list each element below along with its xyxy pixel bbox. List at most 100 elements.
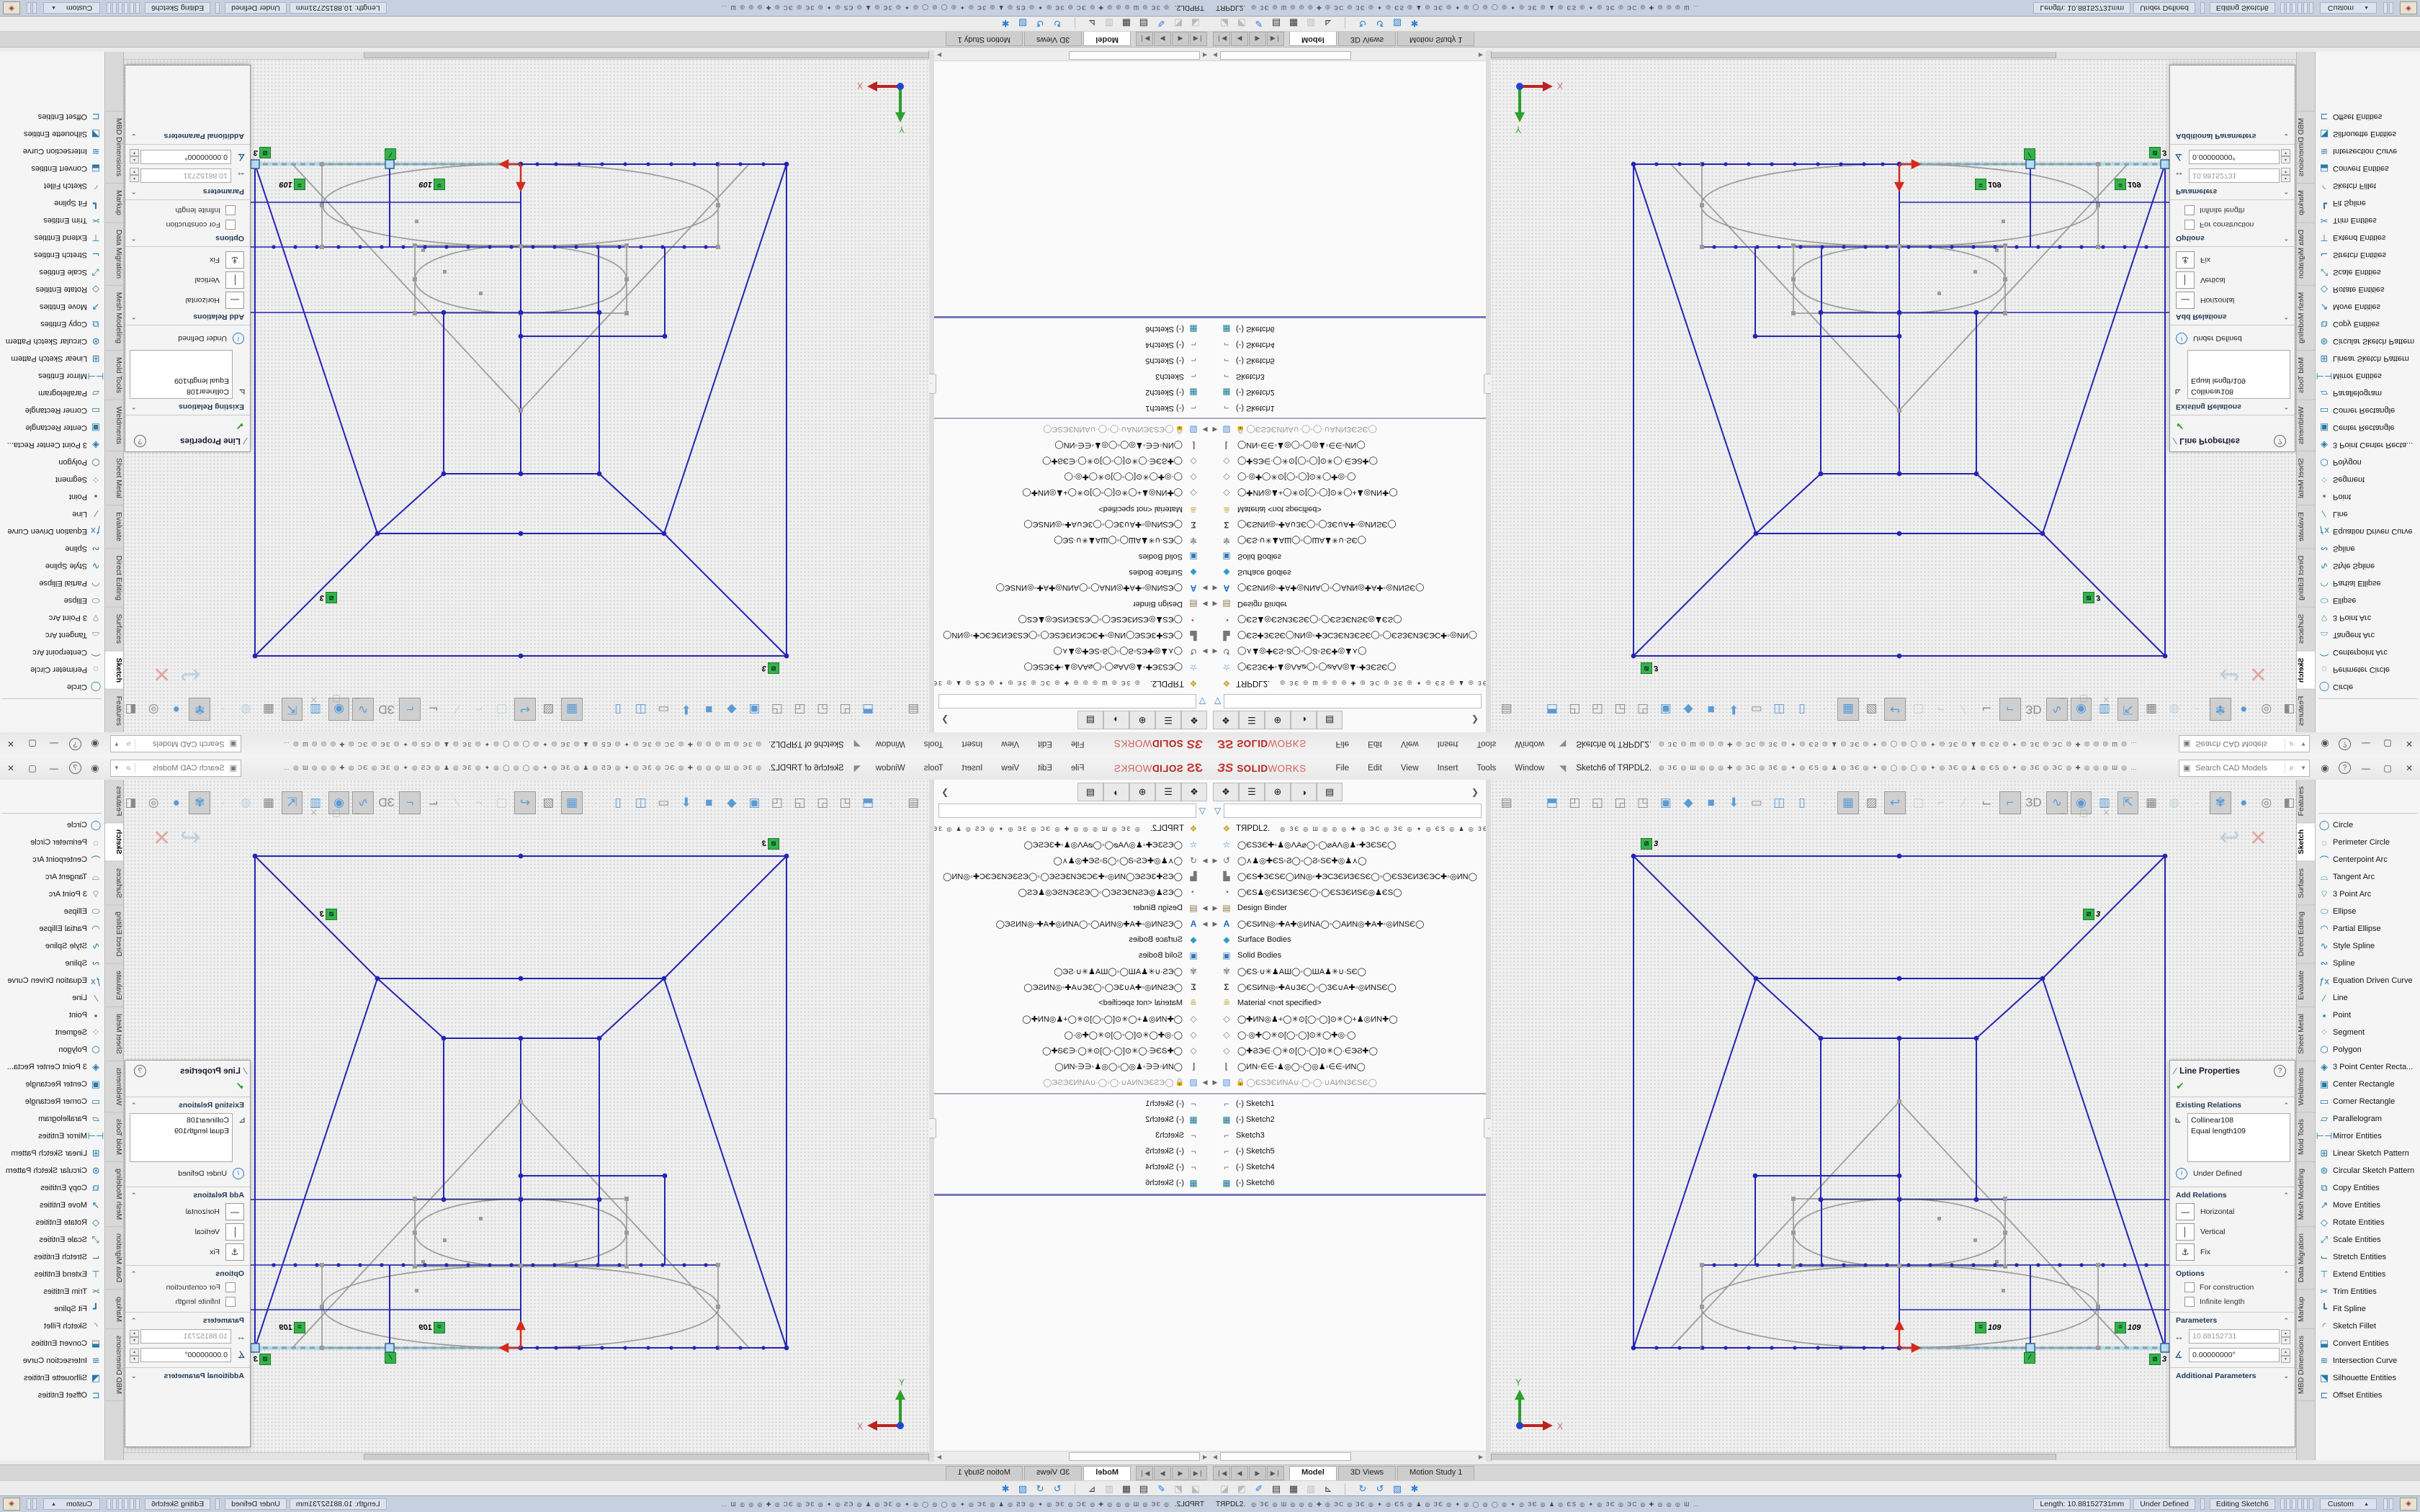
sketch-tool-item[interactable]: ƒx Equation Driven Curve	[2316, 523, 2420, 540]
sketch-tool-item[interactable]: ◠ Partial Ellipse	[2316, 575, 2420, 592]
bottom-toolbar-icon[interactable]: ↺	[1031, 1483, 1049, 1495]
tree-item-sketch[interactable]: ⌐ Sketch3	[934, 1128, 1210, 1143]
tree-filter-input[interactable]	[1224, 694, 1482, 708]
tree-item[interactable]: ▣ Solid Bodies	[1210, 948, 1486, 963]
length-stepper[interactable]: ▲▼	[130, 169, 139, 182]
menu-item[interactable]: View	[992, 764, 1028, 773]
commandmanager-tab[interactable]: Sheet Metal	[104, 1007, 123, 1061]
relation-badge[interactable]: = 109	[279, 179, 305, 190]
expand-icon[interactable]: ▶	[1210, 600, 1220, 608]
sketch-tool-item[interactable]: ◠ Partial Ellipse	[0, 920, 104, 937]
expand-icon[interactable]: ▶	[1200, 426, 1210, 434]
tree-item[interactable]: ▶ ▤ Design Binder	[934, 900, 1210, 916]
tree-item-sketch[interactable]: ▦ (-) Sketch6	[934, 1175, 1210, 1191]
menu-item[interactable]: Edit	[1358, 764, 1392, 773]
tree-root[interactable]: ❖ TЯPDL2. ◎ ЗЄ ◎ Ш ◎ ◎ ◎ ✚ ◎ ЭС ◎ ЗЄ ◎ ✦…	[1210, 821, 1486, 837]
sketch-tool-item[interactable]: ◜ Sketch Fillet	[2316, 177, 2420, 194]
sketch-tool-item[interactable]: ƒx Equation Driven Curve	[0, 523, 104, 540]
relation-badge[interactable]: ⧄ 3	[2083, 909, 2100, 919]
sketch-tool-item[interactable]: ⁘ Segment	[2316, 1024, 2420, 1041]
relation-badge[interactable]: = 109	[2115, 179, 2141, 190]
panel-expand-icon[interactable]: ❯	[1471, 787, 1483, 797]
tree-item[interactable]: ☆ ◯ЄЅЗЄ✚◦♟◎ΛА⌀◯◦◯⌀АΛ◎♟◦✚ЗЄЅЄ◯	[1210, 837, 1486, 852]
search-dropdown-icon[interactable]: ▼	[111, 741, 122, 747]
bottom-toolbar-icon[interactable]: ◪	[1216, 18, 1233, 30]
sketch-tool-item[interactable]: ▣ Center Rectangle	[2316, 419, 2420, 436]
help-icon[interactable]: ?	[2339, 738, 2351, 750]
ok-check-icon[interactable]: ✔	[2170, 418, 2295, 433]
tree-item-sketch[interactable]: ⌐ (-) Sketch4	[934, 1159, 1210, 1175]
tree-item-sketch[interactable]: ⌐ (-) Sketch1	[1210, 1096, 1486, 1112]
tree-item-sketch[interactable]: ▦ (-) Sketch6	[1210, 1175, 1486, 1191]
tree-item[interactable]: ◆ Surface Bodies	[934, 564, 1210, 580]
options-header[interactable]: Options	[2176, 1269, 2205, 1278]
expand-icon[interactable]: ▶	[1210, 857, 1220, 865]
tab-nav-button[interactable]: ◀	[1172, 1466, 1189, 1480]
length-field[interactable]: 10.88152731	[140, 1329, 231, 1344]
bottom-toolbar-icon[interactable]: ↺	[1031, 18, 1049, 30]
tree-item-sketch[interactable]: ⌐ (-) Sketch4	[1210, 1159, 1486, 1175]
relations-list[interactable]: Collinear108Equal length109	[130, 1113, 233, 1162]
sketch-tool-item[interactable]: ◯ Circle	[0, 678, 104, 696]
sketch-tool-item[interactable]: ◌ Perimeter Circle	[0, 661, 104, 678]
tree-root[interactable]: ❖ TЯPDL2. ◎ ЗЄ ◎ Ш ◎ ◎ ◎ ✚ ◎ ЭС ◎ ЗЄ ◎ ✦…	[934, 675, 1210, 691]
expand-icon[interactable]: ▶	[1200, 585, 1210, 593]
sketch-tool-item[interactable]: ↗ Move Entities	[0, 298, 104, 315]
menu-item[interactable]: File	[1327, 740, 1359, 749]
bottom-toolbar-icon[interactable]: ✱	[1406, 1483, 1423, 1495]
commandmanager-tab[interactable]: Sketch	[2297, 650, 2316, 688]
tree-item[interactable]: ◇ ◯✚ϨЭ∈∙◯✳⊙[◯◦◯]⊙✳◯∙∈ЭϨ✚◯	[1210, 454, 1486, 469]
sketch-tool-item[interactable]: ▱ Parallelogram	[2316, 1110, 2420, 1128]
tree-item-sketch[interactable]: ⌐ (-) Sketch4	[934, 337, 1210, 353]
angle-field[interactable]: 0.00000000°	[2189, 1348, 2280, 1362]
commandmanager-tab[interactable]: Features	[2297, 780, 2316, 823]
add-relations-header[interactable]: Add Relations	[2176, 1191, 2227, 1200]
bottom-toolbar-icon[interactable]: ▤	[1135, 18, 1152, 30]
additional-parameters-header[interactable]: Additional Parameters	[164, 1372, 244, 1380]
collapse-icon[interactable]: ⌃	[131, 1317, 137, 1325]
relations-list[interactable]: Collinear108Equal length109	[2187, 1113, 2290, 1162]
tree-item[interactable]: ▶ ▤ Design Binder	[1210, 900, 1486, 916]
bottom-toolbar-icon[interactable]: ▥	[1302, 18, 1319, 30]
scrollbar-thumb[interactable]	[1491, 52, 2056, 58]
tab-nav-button[interactable]: ◀	[1172, 32, 1189, 46]
bottom-toolbar-icon[interactable]: ▦	[1118, 1483, 1135, 1495]
bottom-toolbar-icon[interactable]: ◩	[1170, 18, 1187, 30]
panel-expand-icon[interactable]: ❯	[937, 787, 949, 797]
tree-item-sketch[interactable]: ⌐ (-) Sketch1	[1210, 400, 1486, 416]
relation-badge[interactable]: ⧄ 3	[320, 593, 337, 603]
tree-item[interactable]: ▶ A ◯ЄЅИΝ◎◦✚А✚◎ИΝА◯◦◯АИΝ◎✚А✚◦◎ИΝЅЄ◯	[1210, 916, 1486, 932]
checkbox[interactable]	[2184, 1282, 2195, 1292]
sketch-tool-item[interactable]: ▣ Center Rectangle	[2316, 1076, 2420, 1093]
sketch-tool-item[interactable]: ƒx Equation Driven Curve	[2316, 972, 2420, 989]
document-tab[interactable]: Motion Study 1	[946, 31, 1023, 46]
tree-item[interactable]: ◆ Surface Bodies	[1210, 564, 1486, 580]
panel-help-icon[interactable]: ?	[134, 435, 146, 447]
tree-item-sketch[interactable]: ⌐ Sketch3	[1210, 369, 1486, 384]
tab-nav-button[interactable]: ◀	[1231, 1466, 1248, 1480]
relation-badge[interactable]: = 109	[419, 179, 445, 190]
tree-item[interactable]: ◇ ◯✚ИΝ◎♟+◯✳⊙[◯◦◯]⊙✳◯+♟◎ИΝ✚◯	[1210, 1011, 1486, 1027]
tree-filter-input[interactable]	[938, 804, 1196, 818]
search-dropdown-icon[interactable]: ▼	[2298, 741, 2309, 747]
tree-item[interactable]: ▶ ↺ ◯⋏♟◎✚ЄЅ◦Ϩ◯◦◯Ϩ◦ЅЄ✚◎♟⋏◯	[934, 852, 1210, 868]
panel-splitter[interactable]: ◦	[928, 780, 934, 1462]
graphics-horizontal-scrollbar[interactable]	[1491, 52, 2296, 60]
bottom-toolbar-icon[interactable]: ▤	[1268, 18, 1285, 30]
angle-stepper[interactable]: ▲▼	[2281, 1349, 2290, 1362]
tree-item[interactable]: ≞ Material <not specified>	[1210, 995, 1486, 1011]
bottom-toolbar-icon[interactable]: ↺	[1371, 18, 1389, 30]
sketch-tool-item[interactable]: ◇ Rotate Entities	[2316, 281, 2420, 298]
tree-item[interactable]: ◆ Surface Bodies	[1210, 932, 1486, 948]
bottom-toolbar-icon[interactable]: │	[1066, 1483, 1083, 1494]
sketch-tool-item[interactable]: ┗ Fit Spline	[2316, 194, 2420, 212]
relation-badge[interactable]: ⧄ 3	[762, 838, 779, 849]
sketch-tool-item[interactable]: ⌙ Stretch Entities	[2316, 1248, 2420, 1266]
sketch-tool-item[interactable]: ↗ Move Entities	[2316, 298, 2420, 315]
commandmanager-tab[interactable]: Data Migration	[104, 222, 123, 285]
commandmanager-tab[interactable]: Surfaces	[2297, 862, 2316, 905]
length-stepper[interactable]: ▲▼	[2281, 169, 2290, 182]
sketch-tool-item[interactable]: ⬡ Polygon	[0, 1041, 104, 1058]
tree-item[interactable]: ◇ ◯∙◎✚◯✳⊙[◯◦◯]⊙✳◯✚◎∙◯	[934, 469, 1210, 485]
bottom-toolbar-icon[interactable]: │	[1066, 18, 1083, 29]
